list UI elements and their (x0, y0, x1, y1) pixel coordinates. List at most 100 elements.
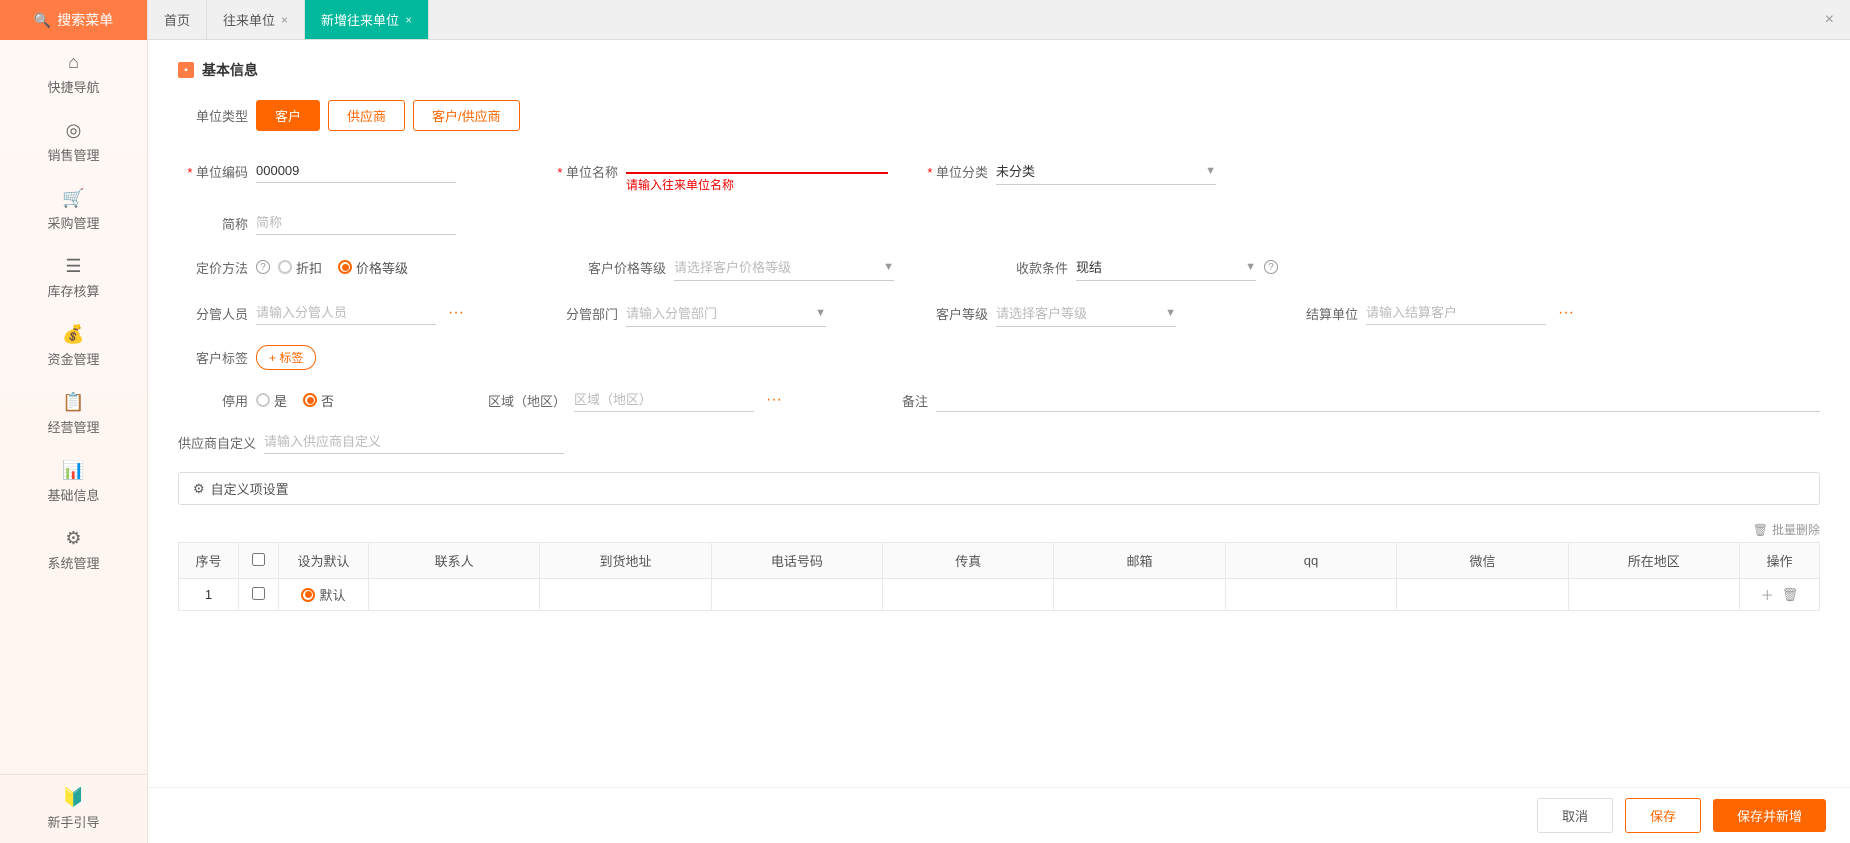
unit-category-label: 单位分类 (918, 162, 988, 181)
pricing-radio-level[interactable]: 价格等级 (338, 258, 408, 277)
payment-select[interactable]: 现结 ▼ (1076, 253, 1256, 281)
col-address: 到货地址 (540, 543, 711, 579)
settlement-dots-icon[interactable]: ··· (1558, 304, 1574, 322)
tab-new-contact[interactable]: 新增往来单位 × (305, 0, 429, 39)
dept-select[interactable]: 请输入分管部门 ▼ (626, 299, 826, 327)
sidebar-item-purchase[interactable]: 🛒 采购管理 (0, 176, 147, 244)
select-all-checkbox[interactable] (252, 553, 265, 566)
remark-input[interactable] (936, 388, 1820, 412)
sidebar-item-inventory[interactable]: ☰ 库存核算 (0, 244, 147, 312)
dept-label: 分管部门 (548, 304, 618, 323)
row-fax[interactable] (883, 579, 1054, 611)
manager-label: 分管人员 (178, 304, 248, 323)
manager-dots-icon[interactable]: ··· (448, 304, 464, 322)
tab-contacts-close[interactable]: × (281, 13, 288, 27)
qq-input[interactable] (1236, 587, 1387, 602)
region-input[interactable] (1579, 587, 1729, 602)
customer-price-label: 客户价格等级 (588, 258, 666, 277)
area-input[interactable] (574, 388, 754, 412)
disable-label: 停用 (178, 391, 248, 410)
row-qq[interactable] (1225, 579, 1397, 611)
area-dots-icon[interactable]: ··· (766, 391, 782, 409)
remark-label: 备注 (858, 391, 928, 410)
row-email[interactable] (1054, 579, 1225, 611)
sidebar-item-label: 库存核算 (47, 281, 99, 300)
manager-input[interactable] (256, 301, 436, 325)
contact-input[interactable] (379, 587, 529, 602)
sidebar-item-label: 基础信息 (47, 485, 99, 504)
disable-row: 停用 是 否 区域（地区） ··· (178, 388, 1820, 412)
customer-price-select[interactable]: 请选择客户价格等级 ▼ (674, 253, 894, 281)
sidebar-item-system[interactable]: ⚙ 系统管理 (0, 516, 147, 584)
unit-type-both[interactable]: 客户/供应商 (413, 100, 520, 131)
sidebar-item-guide[interactable]: 🔰 新手引导 (0, 775, 147, 843)
sidebar-item-base[interactable]: 📊 基础信息 (0, 448, 147, 516)
sidebar-item-finance[interactable]: 💰 资金管理 (0, 312, 147, 380)
supplier-custom-input[interactable] (264, 430, 564, 454)
tab-contacts[interactable]: 往来单位 × (207, 0, 305, 39)
fax-input[interactable] (893, 587, 1043, 602)
payment-help-icon[interactable]: ? (1264, 260, 1278, 274)
row-checkbox[interactable] (252, 587, 265, 600)
row-actions: ＋ 🗑 (1750, 585, 1809, 604)
unit-type-row: 单位类型 客户 供应商 客户/供应商 (178, 100, 1820, 131)
email-input[interactable] (1064, 587, 1214, 602)
main-close-button[interactable]: × (1809, 11, 1850, 29)
unit-type-customer[interactable]: 客户 (256, 100, 320, 131)
unit-category-select[interactable]: 未分类 ▼ (996, 157, 1216, 185)
tab-new-contact-close[interactable]: × (405, 13, 412, 27)
customer-price-field: 客户价格等级 请选择客户价格等级 ▼ (588, 253, 968, 281)
row-default-radio[interactable]: 默认 (289, 585, 358, 604)
unit-type-label: 单位类型 (178, 106, 248, 125)
settlement-input[interactable] (1366, 301, 1546, 325)
cancel-button[interactable]: 取消 (1537, 798, 1613, 833)
col-qq: qq (1225, 543, 1397, 579)
row-operation: ＋ 🗑 (1740, 579, 1820, 611)
pricing-radio-discount[interactable]: 折扣 (278, 258, 322, 277)
disable-radio-group: 是 否 (256, 391, 334, 410)
address-input[interactable] (550, 587, 700, 602)
sidebar-search-label: 搜索菜单 (57, 10, 113, 30)
custom-settings-button[interactable]: ⚙ 自定义项设置 (178, 472, 1820, 505)
remark-field: 备注 (858, 388, 1820, 412)
customer-level-select[interactable]: 请选择客户等级 ▼ (996, 299, 1176, 327)
unit-name-error: 请输入往来单位名称 (626, 176, 888, 193)
unit-code-input[interactable] (256, 159, 456, 183)
sidebar-item-sales[interactable]: ◎ 销售管理 (0, 108, 147, 176)
default-radio-circle (301, 588, 315, 602)
unit-name-input[interactable] (626, 149, 888, 174)
purchase-icon: 🛒 (62, 188, 84, 209)
sidebar-item-operations[interactable]: 📋 经营管理 (0, 380, 147, 448)
row-contact[interactable] (369, 579, 540, 611)
sidebar-item-label: 经营管理 (47, 417, 99, 436)
tab-home[interactable]: 首页 (148, 0, 207, 39)
sidebar-search[interactable]: 🔍 搜索菜单 (0, 0, 147, 40)
save-new-button[interactable]: 保存并新增 (1713, 799, 1826, 832)
save-button[interactable]: 保存 (1625, 798, 1701, 833)
row-region[interactable] (1568, 579, 1739, 611)
delete-row-icon[interactable]: 🗑 (1782, 587, 1799, 603)
sidebar-item-quick-nav[interactable]: ⌂ 快捷导航 (0, 40, 147, 108)
phone-input[interactable] (722, 587, 872, 602)
main-area: 首页 往来单位 × 新增往来单位 × × ▪ 基本信息 单位类型 客户 供应商 … (148, 0, 1850, 843)
batch-delete-button[interactable]: 🗑 批量删除 (1753, 521, 1820, 538)
row-wechat[interactable] (1397, 579, 1568, 611)
row-phone[interactable] (711, 579, 882, 611)
sidebar-item-label: 新手引导 (47, 812, 99, 831)
col-email: 邮箱 (1054, 543, 1225, 579)
wechat-input[interactable] (1407, 587, 1557, 602)
col-contact: 联系人 (369, 543, 540, 579)
add-row-icon[interactable]: ＋ (1761, 585, 1774, 604)
unit-type-supplier[interactable]: 供应商 (328, 100, 405, 131)
unit-code-label: 单位编码 (178, 162, 248, 181)
row-address[interactable] (540, 579, 711, 611)
payment-label: 收款条件 (998, 258, 1068, 277)
shortname-input[interactable] (256, 211, 456, 235)
area-field: 区域（地区） ··· (488, 388, 828, 412)
add-tag-button[interactable]: + 标签 (256, 345, 316, 370)
disable-yes-radio[interactable]: 是 (256, 391, 287, 410)
col-default: 设为默认 (279, 543, 369, 579)
disable-no-radio[interactable]: 否 (303, 391, 334, 410)
inventory-icon: ☰ (65, 256, 81, 277)
pricing-help-icon[interactable]: ? (256, 260, 270, 274)
